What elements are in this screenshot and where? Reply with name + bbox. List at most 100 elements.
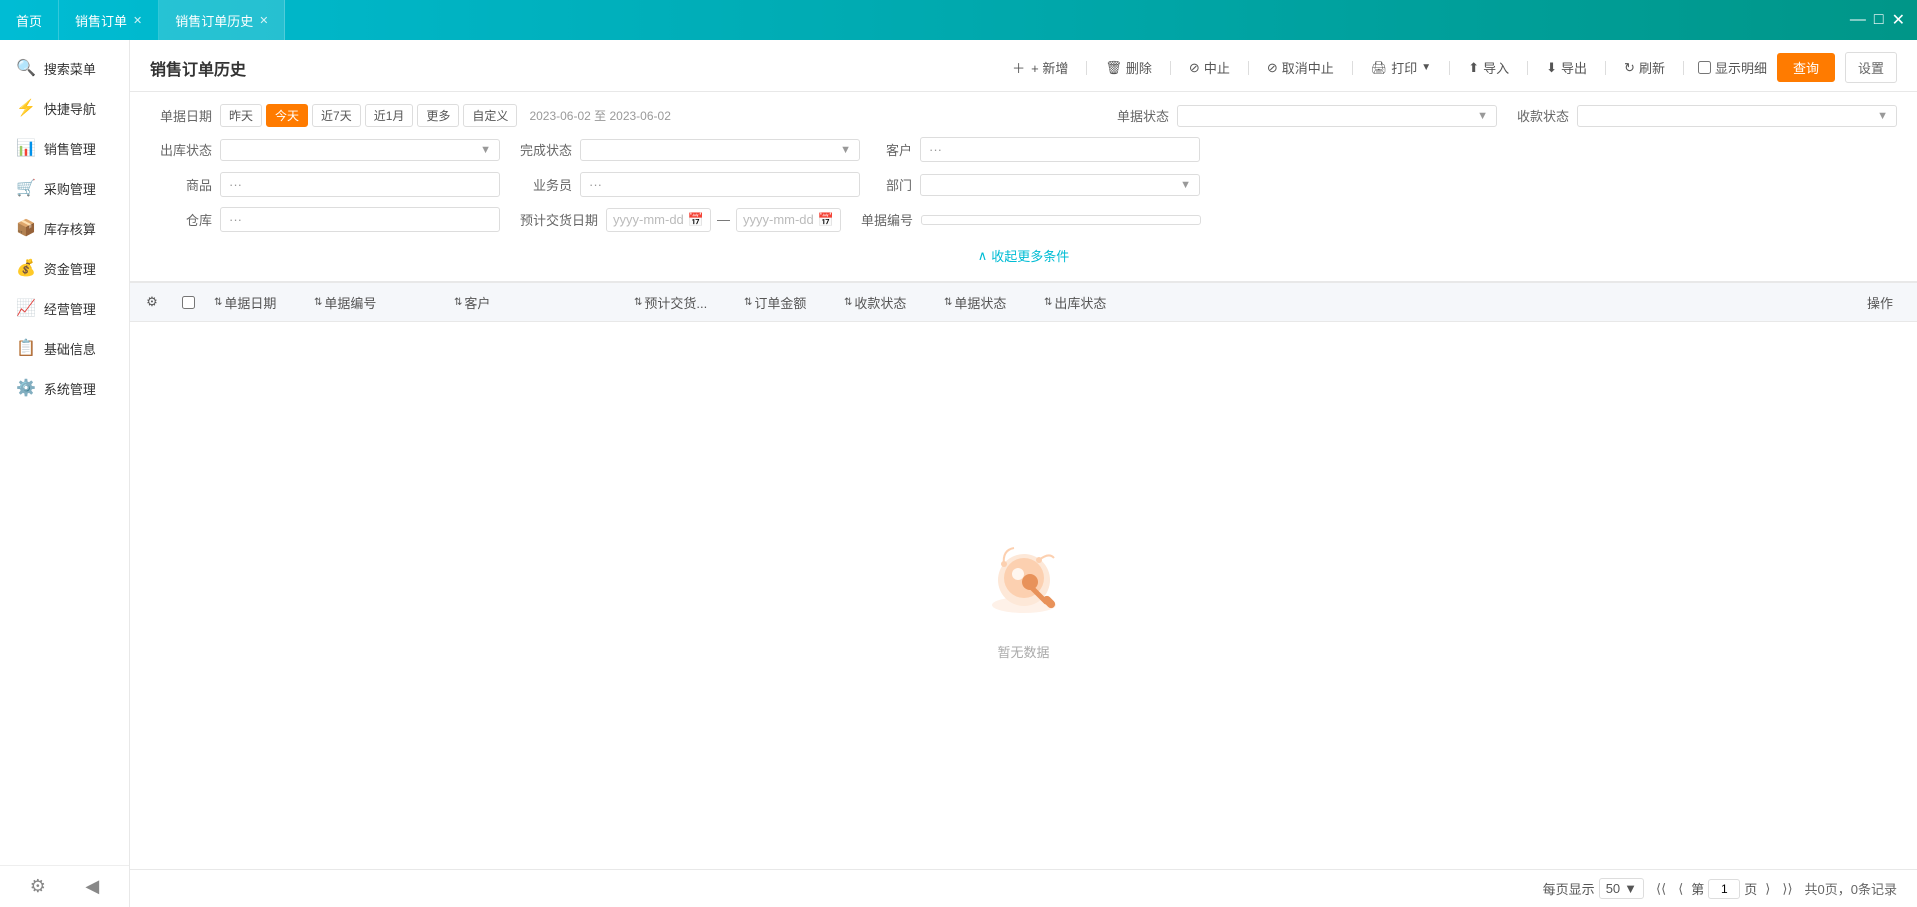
maximize-icon[interactable]: □: [1874, 11, 1884, 29]
import-button[interactable]: ⬆ 导入: [1464, 56, 1513, 79]
delivery-date-start[interactable]: yyyy-mm-dd 📅: [606, 208, 711, 232]
collapse-filter-button[interactable]: ∧ 收起更多条件: [150, 242, 1897, 269]
select-all-checkbox[interactable]: [182, 296, 195, 309]
print-arrow-icon: ▼: [1421, 62, 1431, 73]
delete-button[interactable]: 🗑 删除: [1101, 56, 1156, 79]
th-amount[interactable]: ⇅ 订单金额: [736, 293, 836, 312]
sidebar-item-system[interactable]: ⚙️ 系统管理: [0, 368, 129, 408]
tab-sales-order-history[interactable]: 销售订单历史 ✕: [159, 0, 285, 40]
page-first-button[interactable]: ⟨⟨: [1652, 879, 1670, 899]
tab-sales-order-close[interactable]: ✕: [133, 14, 142, 27]
th-docstatus[interactable]: ⇅ 单据状态: [936, 293, 1036, 312]
sidebar-item-finance-label: 资金管理: [44, 259, 96, 278]
warehouse-dots: ···: [229, 212, 242, 227]
cancel-stop-button[interactable]: ⊘ 取消中止: [1263, 56, 1338, 79]
purchase-icon: 🛒: [16, 178, 36, 198]
date-btn-custom[interactable]: 自定义: [463, 104, 517, 127]
th-docdate[interactable]: ⇅ 单据日期: [206, 293, 306, 312]
th-operation: 操作: [1136, 293, 1913, 312]
sidebar-item-quicknav[interactable]: ⚡ 快捷导航: [0, 88, 129, 128]
th-settings[interactable]: ⚙: [134, 294, 170, 310]
collapse-sidebar-icon[interactable]: ◀: [85, 876, 99, 897]
docstatus-select[interactable]: ▼: [1177, 105, 1497, 127]
date-btn-7days[interactable]: 近7天: [312, 104, 361, 127]
docno-input[interactable]: [921, 215, 1201, 225]
page-next-button[interactable]: ⟩: [1761, 879, 1774, 899]
receiptstatus-select[interactable]: ▼: [1577, 105, 1897, 127]
page-label: 第: [1691, 879, 1704, 898]
divider-7: [1605, 61, 1606, 75]
receiptstatus-arrow-icon: ▼: [1877, 110, 1888, 122]
product-input[interactable]: ···: [220, 172, 500, 197]
refresh-button[interactable]: ↻ 刷新: [1620, 56, 1669, 79]
display-detail-check[interactable]: 显示明细: [1698, 58, 1767, 77]
export-button[interactable]: ⬇ 导出: [1542, 56, 1591, 79]
completestatus-select[interactable]: ▼: [580, 139, 860, 161]
add-button[interactable]: ＋ + 新增: [1008, 56, 1072, 79]
page-last-button[interactable]: ⟩⟩: [1778, 879, 1796, 899]
sidebar-item-basic-info-label: 基础信息: [44, 339, 96, 358]
total-info: 共0页，0条记录: [1805, 879, 1897, 898]
date-btn-yesterday[interactable]: 昨天: [220, 104, 262, 127]
sidebar-item-purchase[interactable]: 🛒 采购管理: [0, 168, 129, 208]
empty-illustration: [974, 530, 1074, 630]
table-area: ⚙ ⇅ 单据日期 ⇅ 单据编号 ⇅ 客户 ⇅: [130, 282, 1917, 869]
th-receipt-label: 收款状态: [854, 293, 906, 312]
salesperson-input[interactable]: ···: [580, 172, 860, 197]
settings-bottom-icon[interactable]: ⚙: [30, 876, 46, 897]
th-checkbox[interactable]: [170, 296, 206, 309]
date-btn-1month[interactable]: 近1月: [365, 104, 414, 127]
warehouse-input[interactable]: ···: [220, 207, 500, 232]
basic-info-icon: 📋: [16, 338, 36, 358]
tab-sales-order-history-close[interactable]: ✕: [259, 14, 268, 27]
completestatus-arrow-icon: ▼: [840, 144, 851, 156]
finance-icon: 💰: [16, 258, 36, 278]
page-title: 销售订单历史: [150, 56, 246, 80]
sidebar-item-inventory[interactable]: 📦 库存核算: [0, 208, 129, 248]
customer-input[interactable]: ···: [920, 137, 1200, 162]
th-docno[interactable]: ⇅ 单据编号: [306, 293, 446, 312]
sales-icon: 📊: [16, 138, 36, 158]
page-unit: 页: [1744, 879, 1757, 898]
tab-home[interactable]: 首页: [0, 0, 59, 40]
th-delivery[interactable]: ⇅ 预计交货...: [626, 293, 736, 312]
minimize-icon[interactable]: —: [1850, 11, 1866, 29]
th-outstatus-sort-icon: ⇅: [1044, 297, 1052, 308]
completestatus-label: 完成状态: [520, 140, 580, 159]
query-button[interactable]: 查询: [1777, 53, 1835, 82]
outstatus-select[interactable]: ▼: [220, 139, 500, 161]
sidebar-item-search[interactable]: 🔍 搜索菜单: [0, 48, 129, 88]
date-btn-more[interactable]: 更多: [417, 104, 459, 127]
sidebar-item-basic-info[interactable]: 📋 基础信息: [0, 328, 129, 368]
filter-row-3: 商品 ··· 业务员 ··· 部门 ▼: [150, 172, 1897, 197]
display-detail-checkbox[interactable]: [1698, 61, 1711, 74]
sidebar-item-operations[interactable]: 📈 经营管理: [0, 288, 129, 328]
close-window-icon[interactable]: ✕: [1892, 10, 1905, 30]
filter-row-1: 单据日期 昨天 今天 近7天 近1月 更多 自定义 2023-06-02 至 2…: [150, 104, 1897, 127]
dept-select[interactable]: ▼: [920, 174, 1200, 196]
sidebar-item-sales[interactable]: 📊 销售管理: [0, 128, 129, 168]
th-outstatus[interactable]: ⇅ 出库状态: [1036, 293, 1136, 312]
sidebar-item-finance[interactable]: 💰 资金管理: [0, 248, 129, 288]
docstatus-arrow-icon: ▼: [1477, 110, 1488, 122]
date-btn-today[interactable]: 今天: [266, 104, 308, 127]
per-page-box[interactable]: 50 ▼: [1599, 878, 1644, 899]
divider-2: [1170, 61, 1171, 75]
settings-button[interactable]: 设置: [1845, 52, 1897, 83]
docstatus-label: 单据状态: [1117, 106, 1177, 125]
th-receipt[interactable]: ⇅ 收款状态: [836, 293, 936, 312]
stop-button[interactable]: ⊘ 中止: [1185, 56, 1234, 79]
page-number-input[interactable]: [1708, 879, 1740, 899]
divider-3: [1248, 61, 1249, 75]
delivery-date-end[interactable]: yyyy-mm-dd 📅: [736, 208, 841, 232]
top-bar: 首页 销售订单 ✕ 销售订单历史 ✕ — □ ✕: [0, 0, 1917, 40]
th-customer[interactable]: ⇅ 客户: [446, 293, 626, 312]
print-button[interactable]: 🖨 打印 ▼: [1367, 56, 1435, 79]
calendar-start-icon: 📅: [688, 212, 704, 228]
th-docdate-sort-icon: ⇅: [214, 297, 222, 308]
page-prev-button[interactable]: ⟨: [1674, 879, 1687, 899]
tab-sales-order[interactable]: 销售订单 ✕: [59, 0, 159, 40]
sidebar-item-inventory-label: 库存核算: [44, 219, 96, 238]
th-operation-label: 操作: [1867, 293, 1893, 312]
salesperson-label: 业务员: [520, 175, 580, 194]
